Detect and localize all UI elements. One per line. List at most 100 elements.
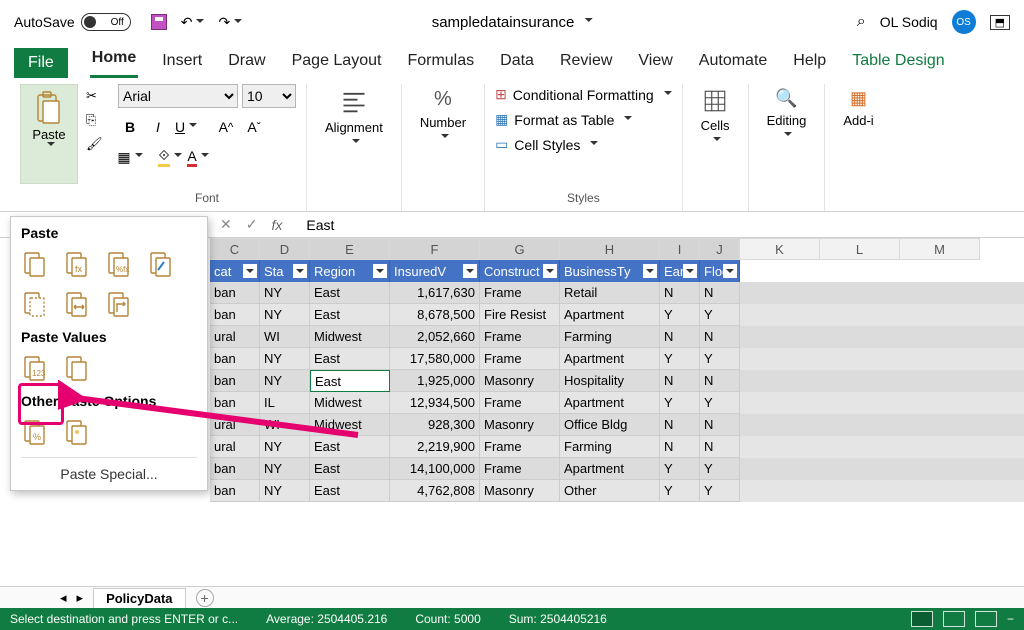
view-page-layout-icon[interactable] bbox=[943, 611, 965, 627]
format-painter-icon[interactable]: 🖌 bbox=[86, 136, 106, 152]
autosave-pill[interactable]: Off bbox=[81, 13, 131, 31]
cell-styles-button[interactable]: ▭Cell Styles bbox=[495, 136, 598, 153]
cut-icon[interactable]: ✂ bbox=[86, 88, 106, 104]
cell[interactable]: IL bbox=[260, 392, 310, 414]
tab-review[interactable]: Review bbox=[558, 48, 614, 78]
cell[interactable]: Frame bbox=[480, 392, 560, 414]
tab-file[interactable]: File bbox=[14, 48, 68, 78]
cell[interactable]: Farming bbox=[560, 436, 660, 458]
cell[interactable]: Fire Resist bbox=[480, 304, 560, 326]
cell[interactable]: Retail bbox=[560, 282, 660, 304]
copy-icon[interactable]: ⎘ bbox=[86, 112, 106, 128]
cell[interactable]: N bbox=[700, 282, 740, 304]
paste-picture-icon[interactable] bbox=[63, 417, 91, 447]
tab-help[interactable]: Help bbox=[791, 48, 828, 78]
cell[interactable]: N bbox=[700, 414, 740, 436]
save-icon[interactable] bbox=[151, 14, 167, 30]
cell[interactable]: Apartment bbox=[560, 392, 660, 414]
tab-home[interactable]: Home bbox=[90, 45, 138, 78]
cell[interactable]: East bbox=[310, 436, 390, 458]
paste-formulas-number-icon[interactable]: %fx bbox=[105, 249, 133, 279]
font-name-select[interactable]: Arial bbox=[118, 84, 238, 108]
cell[interactable]: Frame bbox=[480, 326, 560, 348]
cell[interactable]: 2,219,900 bbox=[390, 436, 480, 458]
table-header-cell[interactable]: cat bbox=[210, 260, 260, 282]
cell[interactable]: N bbox=[660, 370, 700, 392]
cell[interactable]: 928,300 bbox=[390, 414, 480, 436]
cell[interactable]: NY bbox=[260, 370, 310, 392]
cell[interactable]: NY bbox=[260, 282, 310, 304]
filter-dropdown-icon[interactable] bbox=[723, 264, 737, 278]
paste-button[interactable]: Paste bbox=[20, 84, 78, 184]
paste-special-button[interactable]: Paste Special... bbox=[21, 457, 197, 484]
filter-dropdown-icon[interactable] bbox=[293, 264, 307, 278]
cell[interactable]: NY bbox=[260, 348, 310, 370]
paste-values-icon[interactable]: 123 bbox=[21, 353, 49, 383]
cell[interactable]: Y bbox=[660, 304, 700, 326]
zoom-out-icon[interactable]: − bbox=[1007, 612, 1014, 626]
fx-icon[interactable]: fx bbox=[271, 217, 282, 233]
cell[interactable]: ban bbox=[210, 304, 260, 326]
cell[interactable]: Y bbox=[700, 348, 740, 370]
cell[interactable]: ban bbox=[210, 282, 260, 304]
undo-icon[interactable]: ↶ bbox=[181, 14, 205, 31]
cell[interactable]: N bbox=[660, 326, 700, 348]
enter-icon[interactable]: ✓ bbox=[246, 216, 258, 233]
cell[interactable]: WI bbox=[260, 326, 310, 348]
cell[interactable]: NY bbox=[260, 304, 310, 326]
table-header-cell[interactable]: Floo bbox=[700, 260, 740, 282]
cell[interactable]: Frame bbox=[480, 458, 560, 480]
doc-name[interactable]: sampledatainsurance bbox=[432, 14, 575, 31]
tab-page-layout[interactable]: Page Layout bbox=[290, 48, 384, 78]
cell[interactable]: Masonry bbox=[480, 480, 560, 502]
search-icon[interactable]: ⌕ bbox=[857, 13, 866, 31]
cell[interactable]: 8,678,500 bbox=[390, 304, 480, 326]
cell[interactable]: Midwest bbox=[310, 326, 390, 348]
cells-button[interactable]: Cells bbox=[693, 84, 738, 149]
cell[interactable]: Y bbox=[700, 304, 740, 326]
cell[interactable]: Office Bldg bbox=[560, 414, 660, 436]
cell[interactable]: Y bbox=[660, 392, 700, 414]
paste-no-borders-icon[interactable] bbox=[21, 289, 49, 319]
cell[interactable]: 4,762,808 bbox=[390, 480, 480, 502]
col-header[interactable]: F bbox=[390, 238, 480, 260]
cell[interactable]: Apartment bbox=[560, 304, 660, 326]
cell[interactable]: Farming bbox=[560, 326, 660, 348]
redo-icon[interactable]: ↷ bbox=[218, 14, 242, 31]
bold-button[interactable]: B bbox=[118, 116, 142, 138]
cell[interactable]: N bbox=[700, 370, 740, 392]
paste-transpose-icon[interactable] bbox=[105, 289, 133, 319]
editing-button[interactable]: 🔍Editing bbox=[759, 84, 815, 144]
filter-dropdown-icon[interactable] bbox=[683, 264, 697, 278]
cell[interactable]: WI bbox=[260, 414, 310, 436]
cell[interactable]: Frame bbox=[480, 282, 560, 304]
fill-color-button[interactable]: ⟐ bbox=[158, 146, 182, 168]
cell[interactable]: 17,580,000 bbox=[390, 348, 480, 370]
paste-formulas-icon[interactable]: fx bbox=[63, 249, 91, 279]
cell[interactable]: Apartment bbox=[560, 458, 660, 480]
table-header-cell[interactable]: Ear bbox=[660, 260, 700, 282]
table-header-cell[interactable]: Construct bbox=[480, 260, 560, 282]
col-header[interactable]: D bbox=[260, 238, 310, 260]
cell[interactable]: Masonry bbox=[480, 370, 560, 392]
table-header-cell[interactable]: BusinessTy bbox=[560, 260, 660, 282]
paste-keep-width-icon[interactable] bbox=[63, 289, 91, 319]
tab-insert[interactable]: Insert bbox=[160, 48, 204, 78]
tab-draw[interactable]: Draw bbox=[226, 48, 267, 78]
cell[interactable]: Other bbox=[560, 480, 660, 502]
cell[interactable]: 2,052,660 bbox=[390, 326, 480, 348]
number-button[interactable]: % Number bbox=[412, 84, 474, 146]
cell[interactable]: Y bbox=[660, 348, 700, 370]
cell[interactable]: Midwest bbox=[310, 392, 390, 414]
cell[interactable]: Hospitality bbox=[560, 370, 660, 392]
paste-all-icon[interactable] bbox=[21, 249, 49, 279]
view-normal-icon[interactable] bbox=[911, 611, 933, 627]
table-header-cell[interactable]: Region bbox=[310, 260, 390, 282]
filter-dropdown-icon[interactable] bbox=[243, 264, 257, 278]
cell[interactable]: Frame bbox=[480, 348, 560, 370]
avatar[interactable]: OS bbox=[952, 10, 976, 34]
cell[interactable]: NY bbox=[260, 458, 310, 480]
cell[interactable]: East bbox=[310, 458, 390, 480]
tab-table-design[interactable]: Table Design bbox=[850, 48, 947, 78]
view-page-break-icon[interactable] bbox=[975, 611, 997, 627]
